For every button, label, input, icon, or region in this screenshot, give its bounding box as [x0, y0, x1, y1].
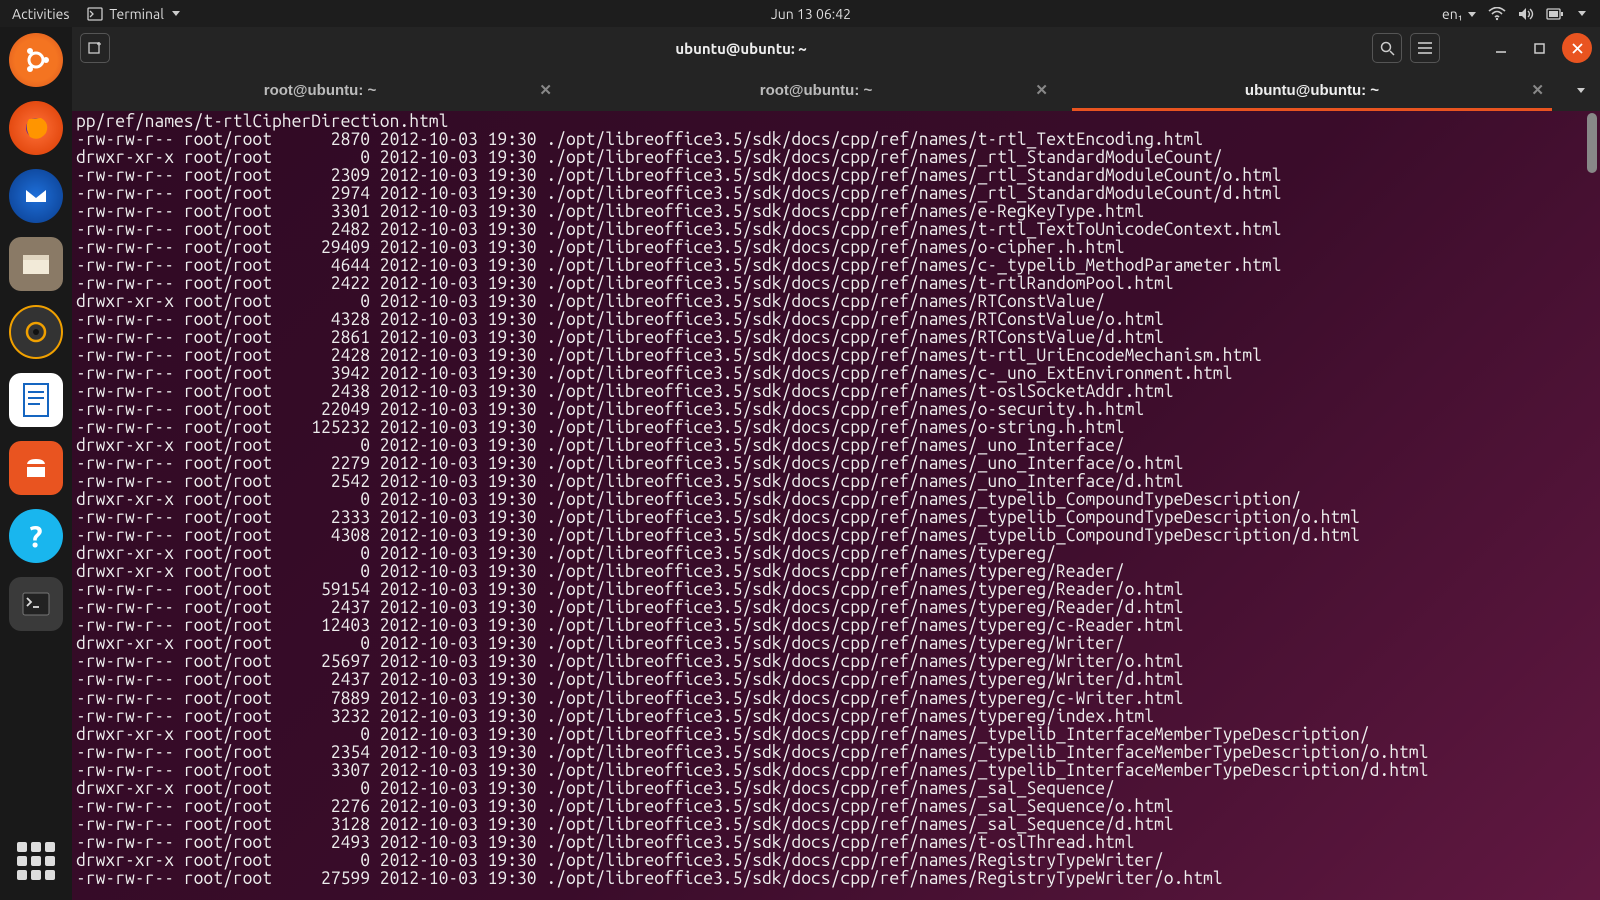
clock[interactable]: Jun 13 06:42: [180, 6, 1442, 22]
tab-root-1[interactable]: root@ubuntu: ~ ✕: [72, 69, 568, 111]
search-button[interactable]: [1372, 33, 1402, 63]
wifi-icon[interactable]: [1488, 7, 1506, 21]
tab-label: root@ubuntu: ~: [760, 82, 873, 99]
minimize-button[interactable]: [1486, 33, 1516, 63]
dock-help-icon[interactable]: ?: [9, 509, 63, 563]
tab-root-2[interactable]: root@ubuntu: ~ ✕: [568, 69, 1064, 111]
dock-ubuntu-icon[interactable]: [9, 33, 63, 87]
dock-firefox-icon[interactable]: [9, 101, 63, 155]
new-tab-icon: [87, 40, 103, 56]
new-tab-button[interactable]: [80, 33, 110, 63]
dock: ?: [0, 27, 72, 900]
close-button[interactable]: [1562, 33, 1592, 63]
tab-ubuntu[interactable]: ubuntu@ubuntu: ~ ✕: [1064, 69, 1560, 111]
hamburger-icon: [1418, 42, 1432, 54]
chevron-down-icon[interactable]: [1578, 11, 1586, 16]
chevron-down-icon: [1577, 88, 1585, 93]
terminal-window: ubuntu@ubuntu: ~ root@ubuntu: ~ ✕ root@ub…: [72, 27, 1600, 900]
chevron-down-icon: [172, 11, 180, 16]
dock-thunderbird-icon[interactable]: [9, 169, 63, 223]
window-titlebar: ubuntu@ubuntu: ~: [72, 27, 1600, 69]
show-apps-button[interactable]: [9, 834, 63, 888]
dock-files-icon[interactable]: [9, 237, 63, 291]
dock-terminal-icon[interactable]: [9, 577, 63, 631]
close-icon: [1572, 43, 1583, 54]
hamburger-menu-button[interactable]: [1410, 33, 1440, 63]
dock-rhythmbox-icon[interactable]: [9, 305, 63, 359]
tab-close-icon[interactable]: ✕: [1035, 81, 1048, 99]
battery-icon[interactable]: [1546, 8, 1564, 20]
app-menu-label: Terminal: [109, 6, 164, 22]
lang-indicator[interactable]: en₁: [1442, 6, 1476, 22]
maximize-icon: [1534, 43, 1545, 54]
volume-icon[interactable]: [1518, 7, 1534, 21]
window-title: ubuntu@ubuntu: ~: [118, 40, 1364, 57]
terminal-icon: [87, 6, 103, 22]
tab-label: root@ubuntu: ~: [264, 82, 377, 99]
scrollbar-thumb[interactable]: [1587, 113, 1597, 173]
dock-software-icon[interactable]: [9, 441, 63, 495]
tab-bar: root@ubuntu: ~ ✕ root@ubuntu: ~ ✕ ubuntu@u…: [72, 69, 1600, 111]
tab-close-icon[interactable]: ✕: [1531, 81, 1544, 99]
tab-close-icon[interactable]: ✕: [539, 81, 552, 99]
minimize-icon: [1495, 42, 1507, 54]
app-menu[interactable]: Terminal: [87, 6, 180, 22]
chevron-down-icon: [1468, 12, 1476, 17]
activities-button[interactable]: Activities: [12, 6, 69, 22]
maximize-button[interactable]: [1524, 33, 1554, 63]
dock-writer-icon[interactable]: [9, 373, 63, 427]
search-icon: [1380, 41, 1395, 56]
tab-label: ubuntu@ubuntu: ~: [1245, 82, 1379, 99]
terminal-output[interactable]: pp/ref/names/t-rtlCipherDirection.html -…: [72, 111, 1600, 900]
gnome-topbar: Activities Terminal Jun 13 06:42 en₁: [0, 0, 1600, 27]
tab-menu-button[interactable]: [1560, 69, 1600, 111]
